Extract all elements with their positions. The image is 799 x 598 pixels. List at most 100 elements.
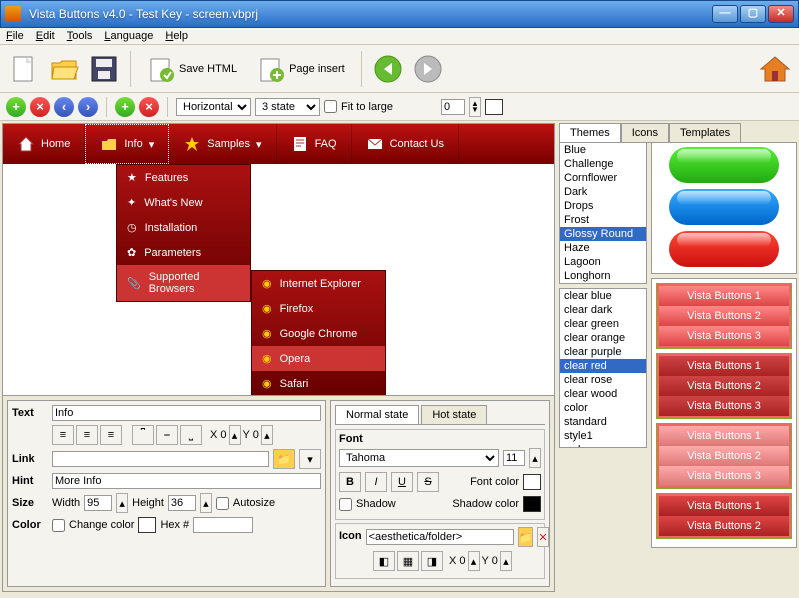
color-swatch[interactable] (138, 517, 156, 533)
index-input[interactable] (441, 99, 465, 115)
open-button[interactable] (46, 51, 82, 87)
nav-home[interactable]: Home (3, 124, 85, 164)
sub-ie[interactable]: ◉Internet Explorer (252, 271, 385, 296)
icon-pos2-button[interactable]: ▦ (397, 551, 419, 571)
style-item[interactable]: standard (560, 415, 646, 429)
orientation-select[interactable]: Horizontal (176, 98, 251, 116)
spinner-icon[interactable]: ▴ (261, 425, 273, 445)
icon-pos1-button[interactable]: ◧ (373, 551, 395, 571)
autosize-checkbox[interactable] (216, 497, 229, 510)
remove-item-button[interactable]: × (30, 97, 50, 117)
theme-item[interactable]: Challenge (560, 157, 646, 171)
sample-set-3[interactable]: Vista Buttons 1Vista Buttons 2Vista Butt… (656, 423, 792, 489)
nav-samples[interactable]: Samples▾ (169, 124, 276, 164)
sub-features[interactable]: ★Features (117, 165, 250, 190)
save-button[interactable] (86, 51, 122, 87)
minimize-button[interactable]: — (712, 5, 738, 23)
style-item[interactable]: clear green (560, 317, 646, 331)
font-color-swatch[interactable] (523, 474, 541, 490)
spinner-icon[interactable]: ▴ (529, 448, 541, 468)
theme-item[interactable]: Haze (560, 241, 646, 255)
browse-link-button[interactable]: 📁 (273, 449, 295, 469)
menu-file[interactable]: File (6, 30, 24, 42)
tab-icons[interactable]: Icons (621, 123, 669, 143)
add-item-button[interactable]: + (6, 97, 26, 117)
align-left-button[interactable]: ≡ (52, 425, 74, 445)
spinner-icon[interactable]: ▲▼ (469, 97, 481, 117)
fit-checkbox[interactable] (324, 100, 337, 113)
move-left-button[interactable]: ‹ (54, 97, 74, 117)
tab-normal-state[interactable]: Normal state (335, 405, 419, 424)
italic-button[interactable]: I (365, 472, 387, 492)
align-right-button[interactable]: ≡ (100, 425, 122, 445)
sub-whats-new[interactable]: ✦What's New (117, 190, 250, 215)
state-select[interactable]: 3 state (255, 98, 320, 116)
new-button[interactable] (6, 51, 42, 87)
theme-item[interactable]: Glossy Round (560, 227, 646, 241)
sub-opera[interactable]: ◉Opera (252, 346, 385, 371)
theme-item[interactable]: Cornflower (560, 171, 646, 185)
sub-firefox[interactable]: ◉Firefox (252, 296, 385, 321)
page-insert-button[interactable]: Page insert (249, 55, 353, 83)
sub-chrome[interactable]: ◉Google Chrome (252, 321, 385, 346)
link-input[interactable] (52, 451, 269, 467)
nav-info[interactable]: Info▾ (85, 124, 169, 164)
shadow-checkbox[interactable] (339, 498, 352, 511)
tab-hot-state[interactable]: Hot state (421, 405, 487, 424)
browse-icon-button[interactable]: 📁 (518, 527, 534, 547)
menu-tools[interactable]: Tools (67, 30, 93, 42)
home-icon[interactable] (757, 51, 793, 87)
sample-set-1[interactable]: Vista Buttons 1Vista Buttons 2Vista Butt… (656, 283, 792, 349)
theme-item[interactable]: Drops (560, 199, 646, 213)
style-item[interactable]: clear wood (560, 387, 646, 401)
add-sub-button[interactable]: + (115, 97, 135, 117)
valign-top-button[interactable]: ⎴ (132, 425, 154, 445)
theme-list[interactable]: BlueChallengeCornflowerDarkDropsFrostGlo… (559, 142, 647, 284)
font-select[interactable]: Tahoma (339, 449, 499, 467)
maximize-button[interactable]: ▢ (740, 5, 766, 23)
theme-item[interactable]: Longhorn (560, 269, 646, 283)
remove-sub-button[interactable]: × (139, 97, 159, 117)
valign-mid-button[interactable]: ⎯ (156, 425, 178, 445)
theme-item[interactable]: Mac 2 (560, 283, 646, 284)
theme-item[interactable]: Lagoon (560, 255, 646, 269)
sub-installation[interactable]: ◷Installation (117, 215, 250, 240)
change-color-checkbox[interactable] (52, 519, 65, 532)
sample-set-4[interactable]: Vista Buttons 1Vista Buttons 2 (656, 493, 792, 539)
style-item[interactable]: clear red (560, 359, 646, 373)
nav-contact[interactable]: Contact Us (352, 124, 459, 164)
sub-safari[interactable]: ◉Safari (252, 371, 385, 395)
width-input[interactable] (84, 495, 112, 511)
style-item[interactable]: web (560, 443, 646, 448)
spinner-icon[interactable]: ▴ (116, 493, 128, 513)
text-input[interactable] (52, 405, 321, 421)
target-button[interactable]: ▾ (299, 449, 321, 469)
move-right-button[interactable]: › (78, 97, 98, 117)
bg-color-swatch[interactable] (485, 99, 503, 115)
menu-edit[interactable]: Edit (36, 30, 55, 42)
height-input[interactable] (168, 495, 196, 511)
spinner-icon[interactable]: ▴ (500, 551, 512, 571)
sub-parameters[interactable]: ✿Parameters (117, 240, 250, 265)
style-item[interactable]: clear rose (560, 373, 646, 387)
forward-button[interactable] (410, 51, 446, 87)
underline-button[interactable]: U (391, 472, 413, 492)
menu-language[interactable]: Language (104, 30, 153, 42)
theme-item[interactable]: Dark (560, 185, 646, 199)
clear-icon-button[interactable]: ✕ (537, 527, 548, 547)
button-samples-list[interactable]: Vista Buttons 1Vista Buttons 2Vista Butt… (651, 278, 797, 548)
theme-item[interactable]: Blue (560, 143, 646, 157)
theme-item[interactable]: Frost (560, 213, 646, 227)
shadow-color-swatch[interactable] (523, 496, 541, 512)
style-list[interactable]: clear blueclear darkclear greenclear ora… (559, 288, 647, 448)
tab-templates[interactable]: Templates (669, 123, 741, 143)
strike-button[interactable]: S (417, 472, 439, 492)
valign-bot-button[interactable]: ⎵ (180, 425, 202, 445)
hint-input[interactable] (52, 473, 321, 489)
menu-help[interactable]: Help (165, 30, 188, 42)
style-item[interactable]: clear dark (560, 303, 646, 317)
style-item[interactable]: color (560, 401, 646, 415)
style-item[interactable]: style1 (560, 429, 646, 443)
back-button[interactable] (370, 51, 406, 87)
save-html-button[interactable]: Save HTML (139, 55, 245, 83)
